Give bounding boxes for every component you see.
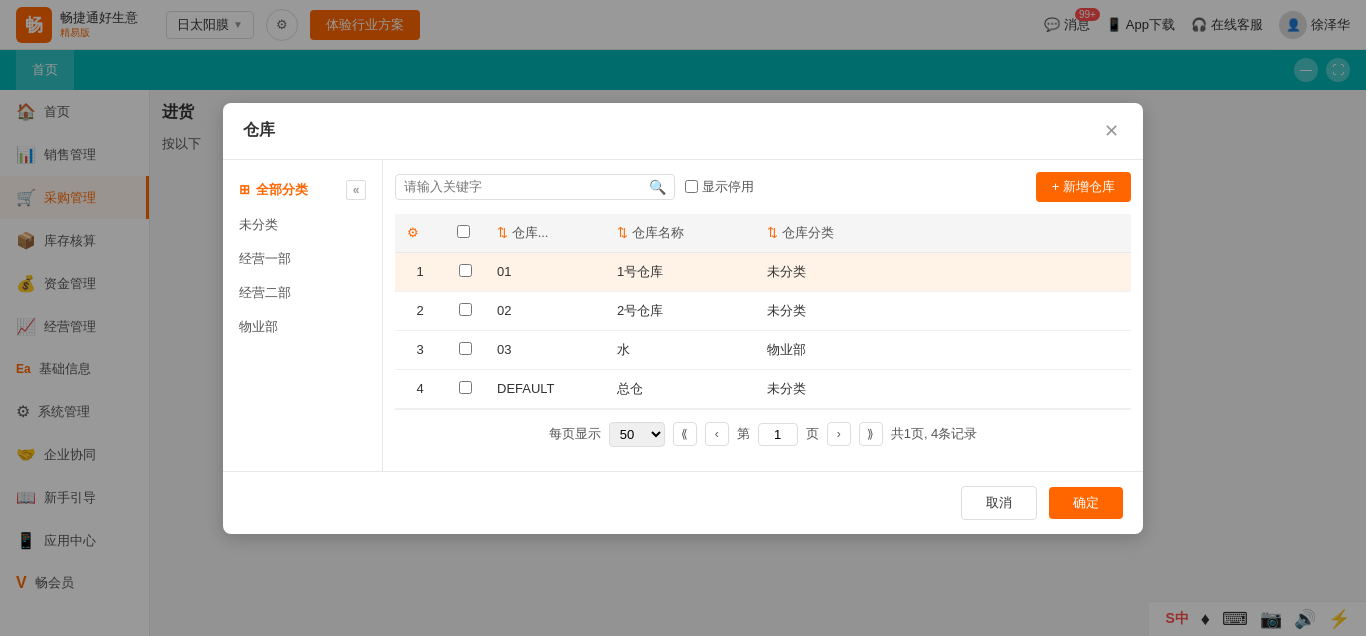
dialog-title: 仓库 bbox=[243, 120, 275, 141]
row-checkbox-1[interactable] bbox=[445, 252, 485, 291]
row-cat-2: 未分类 bbox=[755, 291, 1131, 330]
table-panel: 🔍 显示停用 + 新增仓库 ⚙ bbox=[383, 160, 1143, 471]
row-checkbox-2[interactable] bbox=[445, 291, 485, 330]
table-header: ⚙ ⇅ 仓库... ⇅ bbox=[395, 214, 1131, 253]
search-box: 🔍 bbox=[395, 174, 675, 200]
row-checkbox-3[interactable] bbox=[445, 330, 485, 369]
dialog-close-button[interactable]: ✕ bbox=[1099, 119, 1123, 143]
table-row[interactable]: 3 03 水 物业部 bbox=[395, 330, 1131, 369]
search-input[interactable] bbox=[404, 179, 649, 194]
per-page-select[interactable]: 50 10 20 100 bbox=[609, 422, 665, 447]
category-panel: ⊞ 全部分类 « 未分类 经营一部 经营二部 物业部 bbox=[223, 160, 383, 471]
table-row[interactable]: 2 02 2号仓库 未分类 bbox=[395, 291, 1131, 330]
th-category: ⇅ 仓库分类 bbox=[755, 214, 1131, 253]
category-item-ops2[interactable]: 经营二部 bbox=[223, 276, 382, 310]
row-select-4[interactable] bbox=[459, 381, 472, 394]
dialog-body: ⊞ 全部分类 « 未分类 经营一部 经营二部 物业部 🔍 bbox=[223, 160, 1143, 471]
row-num-1: 1 bbox=[395, 252, 445, 291]
first-page-btn[interactable]: ⟪ bbox=[673, 422, 697, 446]
th-category-label: 仓库分类 bbox=[782, 225, 834, 240]
cancel-button[interactable]: 取消 bbox=[961, 486, 1037, 520]
show-disabled-checkbox[interactable] bbox=[685, 180, 698, 193]
row-select-3[interactable] bbox=[459, 342, 472, 355]
table-toolbar: 🔍 显示停用 + 新增仓库 bbox=[395, 172, 1131, 202]
th-code: ⇅ 仓库... bbox=[485, 214, 605, 253]
show-disabled-checkbox-label[interactable]: 显示停用 bbox=[685, 178, 754, 196]
all-categories-label: 全部分类 bbox=[256, 181, 308, 199]
row-name-4: 总仓 bbox=[605, 369, 755, 408]
grid-icon: ⊞ bbox=[239, 182, 250, 197]
prev-page-btn[interactable]: ‹ bbox=[705, 422, 729, 446]
confirm-button[interactable]: 确定 bbox=[1049, 487, 1123, 519]
th-settings: ⚙ bbox=[395, 214, 445, 253]
next-page-btn[interactable]: › bbox=[827, 422, 851, 446]
row-cat-1: 未分类 bbox=[755, 252, 1131, 291]
dialog-overlay: 仓库 ✕ ⊞ 全部分类 « 未分类 经营一部 经营二部 物业部 bbox=[0, 0, 1366, 636]
row-code-3: 03 bbox=[485, 330, 605, 369]
category-item-property[interactable]: 物业部 bbox=[223, 310, 382, 344]
row-cat-3: 物业部 bbox=[755, 330, 1131, 369]
search-icon[interactable]: 🔍 bbox=[649, 179, 666, 195]
row-num-4: 4 bbox=[395, 369, 445, 408]
row-cat-4: 未分类 bbox=[755, 369, 1131, 408]
dialog-footer: 取消 确定 bbox=[223, 471, 1143, 534]
per-page-label: 每页显示 bbox=[549, 425, 601, 443]
row-select-1[interactable] bbox=[459, 264, 472, 277]
add-warehouse-button[interactable]: + 新增仓库 bbox=[1036, 172, 1131, 202]
warehouse-table: ⚙ ⇅ 仓库... ⇅ bbox=[395, 214, 1131, 409]
th-code-label: 仓库... bbox=[512, 225, 549, 240]
th-checkbox bbox=[445, 214, 485, 253]
table-body: 1 01 1号仓库 未分类 2 02 2号仓库 bbox=[395, 252, 1131, 408]
row-select-2[interactable] bbox=[459, 303, 472, 316]
total-info: 共1页, 4条记录 bbox=[891, 425, 978, 443]
category-item-ops1[interactable]: 经营一部 bbox=[223, 242, 382, 276]
sort-icon-cat: ⇅ bbox=[767, 225, 778, 240]
row-name-3: 水 bbox=[605, 330, 755, 369]
row-num-2: 2 bbox=[395, 291, 445, 330]
collapse-panel-btn[interactable]: « bbox=[346, 180, 366, 200]
row-name-2: 2号仓库 bbox=[605, 291, 755, 330]
settings-th-icon: ⚙ bbox=[407, 225, 419, 240]
row-checkbox-4[interactable] bbox=[445, 369, 485, 408]
page-input[interactable] bbox=[758, 423, 798, 446]
row-code-4: DEFAULT bbox=[485, 369, 605, 408]
table-row[interactable]: 4 DEFAULT 总仓 未分类 bbox=[395, 369, 1131, 408]
th-name: ⇅ 仓库名称 bbox=[605, 214, 755, 253]
table-row[interactable]: 1 01 1号仓库 未分类 bbox=[395, 252, 1131, 291]
th-name-label: 仓库名称 bbox=[632, 225, 684, 240]
row-name-1: 1号仓库 bbox=[605, 252, 755, 291]
sort-icon-name: ⇅ bbox=[617, 225, 628, 240]
warehouse-dialog: 仓库 ✕ ⊞ 全部分类 « 未分类 经营一部 经营二部 物业部 bbox=[223, 103, 1143, 534]
row-num-3: 3 bbox=[395, 330, 445, 369]
all-categories-item[interactable]: ⊞ 全部分类 « bbox=[223, 172, 382, 208]
row-code-1: 01 bbox=[485, 252, 605, 291]
category-item-unclassified[interactable]: 未分类 bbox=[223, 208, 382, 242]
dialog-header: 仓库 ✕ bbox=[223, 103, 1143, 160]
table-container: ⚙ ⇅ 仓库... ⇅ bbox=[395, 214, 1131, 409]
page-label: 第 bbox=[737, 425, 750, 443]
pagination-bar: 每页显示 50 10 20 100 ⟪ ‹ 第 页 › ⟫ 共1页, 4条记录 bbox=[395, 409, 1131, 459]
last-page-btn[interactable]: ⟫ bbox=[859, 422, 883, 446]
row-code-2: 02 bbox=[485, 291, 605, 330]
show-disabled-label: 显示停用 bbox=[702, 178, 754, 196]
sort-icon-code: ⇅ bbox=[497, 225, 508, 240]
page-unit: 页 bbox=[806, 425, 819, 443]
select-all-checkbox[interactable] bbox=[457, 225, 470, 238]
